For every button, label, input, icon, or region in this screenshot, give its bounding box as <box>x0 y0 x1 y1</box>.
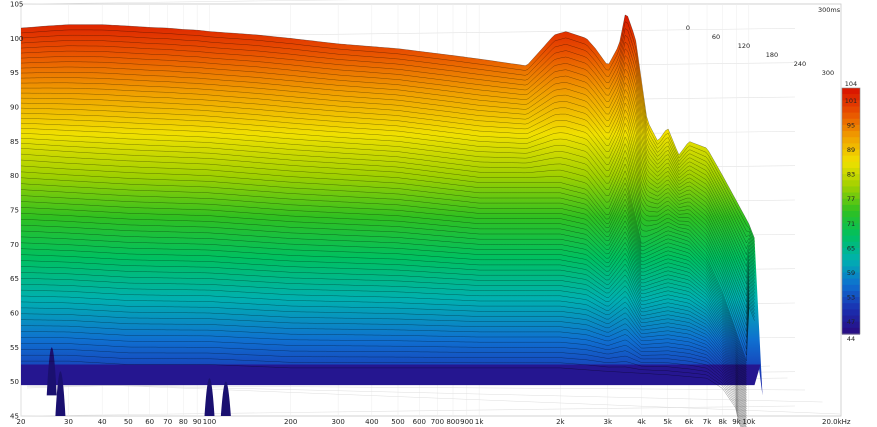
y-tick-label: 55 <box>10 344 19 352</box>
surface-floor <box>21 364 761 386</box>
colorbar-tick-label: 47 <box>847 318 855 326</box>
x-axis-unit-label: 20.0kHz <box>822 418 851 426</box>
x-tick-label: 80 <box>179 418 188 426</box>
z-tick-label: 120 <box>738 42 750 50</box>
colorbar-tick-label: 53 <box>847 294 855 302</box>
y-tick-label: 95 <box>10 69 19 77</box>
z-tick-label: 180 <box>766 51 778 59</box>
colorbar-band <box>842 278 860 286</box>
colorbar-band <box>842 186 860 194</box>
colorbar-tick-label: 77 <box>847 195 855 203</box>
colorbar-band <box>842 327 860 335</box>
x-tick-label: 5k <box>663 418 672 426</box>
colorbar-band <box>842 284 860 292</box>
colorbar-band <box>842 131 860 138</box>
x-tick-label: 40 <box>98 418 107 426</box>
colorbar-band <box>842 204 860 212</box>
y-tick-label: 105 <box>10 1 23 9</box>
colorbar-band <box>842 137 860 144</box>
x-tick-label: 50 <box>124 418 133 426</box>
colorbar-tick-label: 44 <box>847 335 855 343</box>
colorbar-band <box>842 180 860 187</box>
x-tick-label: 800 <box>446 418 459 426</box>
x-tick-label: 300 <box>331 418 344 426</box>
x-axis-ticks: 20 30 40 50 60 70 80 90 100 200 300 400 500 600 700 800… <box>17 418 757 426</box>
y-tick-label: 85 <box>10 138 19 146</box>
y-tick-label: 100 <box>10 35 23 43</box>
colorbar-band <box>842 88 860 95</box>
z-tick-label: 0 <box>686 24 690 32</box>
colorbar-tick-label: 95 <box>847 121 855 129</box>
colorbar-band <box>842 309 860 317</box>
y-tick-label: 60 <box>10 310 19 318</box>
colorbar-band <box>842 155 860 163</box>
z-tick-label: 300 <box>822 69 834 77</box>
colorbar-tick-label: 101 <box>845 97 857 105</box>
colorbar-tick-label: 89 <box>847 146 855 154</box>
colorbar-tick-label: 71 <box>847 220 855 228</box>
z-axis-unit-label: 300ms <box>818 6 841 14</box>
x-tick-label: 7k <box>703 418 712 426</box>
x-tick-label: 100 <box>203 418 216 426</box>
x-tick-label: 200 <box>284 418 297 426</box>
x-tick-label: 10k <box>742 418 756 426</box>
colorbar-band <box>842 235 860 243</box>
colorbar-band <box>842 254 860 261</box>
colorbar-band <box>842 106 860 114</box>
x-tick-label: 400 <box>365 418 378 426</box>
y-tick-label: 90 <box>10 104 19 112</box>
colorbar-tick-label: 65 <box>847 244 855 252</box>
colorbar-band <box>842 112 860 120</box>
x-tick-label: 2k <box>556 418 565 426</box>
colorbar-band <box>842 229 860 237</box>
y-tick-label: 75 <box>10 207 19 215</box>
x-tick-label: 60 <box>145 418 154 426</box>
x-tick-label: 9k <box>732 418 741 426</box>
colorbar-band <box>842 161 860 169</box>
x-tick-label: 20 <box>17 418 26 426</box>
z-tick-label: 240 <box>794 60 806 68</box>
colorbar-tick-label: 83 <box>847 171 855 179</box>
colorbar-tick-label: 59 <box>847 269 855 277</box>
x-tick-label: 90 <box>193 418 202 426</box>
y-tick-label: 80 <box>10 172 19 180</box>
x-tick-label: 1k <box>475 418 484 426</box>
y-tick-label: 70 <box>10 241 19 249</box>
x-tick-label: 8k <box>718 418 727 426</box>
x-tick-label: 30 <box>64 418 73 426</box>
waterfall-chart: 4550556065707580859095100105 20 30 40 50 60 7… <box>10 0 861 427</box>
z-tick-label: 60 <box>712 33 720 41</box>
x-tick-label: 3k <box>604 418 613 426</box>
colorbar-tick-label: 104 <box>845 80 857 88</box>
x-tick-label: 6k <box>685 418 694 426</box>
y-gridline <box>20 0 354 5</box>
x-tick-label: 600 <box>413 418 426 426</box>
colorbar-band <box>842 260 860 267</box>
x-tick-label: 500 <box>391 418 404 426</box>
y-tick-label: 50 <box>10 378 19 386</box>
colorbar-band <box>842 211 860 218</box>
x-tick-label: 900 <box>460 418 473 426</box>
x-tick-label: 4k <box>637 418 646 426</box>
y-tick-label: 65 <box>10 275 19 283</box>
x-tick-label: 70 <box>163 418 172 426</box>
colorbar-band <box>842 303 860 310</box>
colorbar: 44 47 53 59 65 71 77 83 89 95 101 104 <box>841 80 861 343</box>
x-tick-label: 700 <box>431 418 444 426</box>
